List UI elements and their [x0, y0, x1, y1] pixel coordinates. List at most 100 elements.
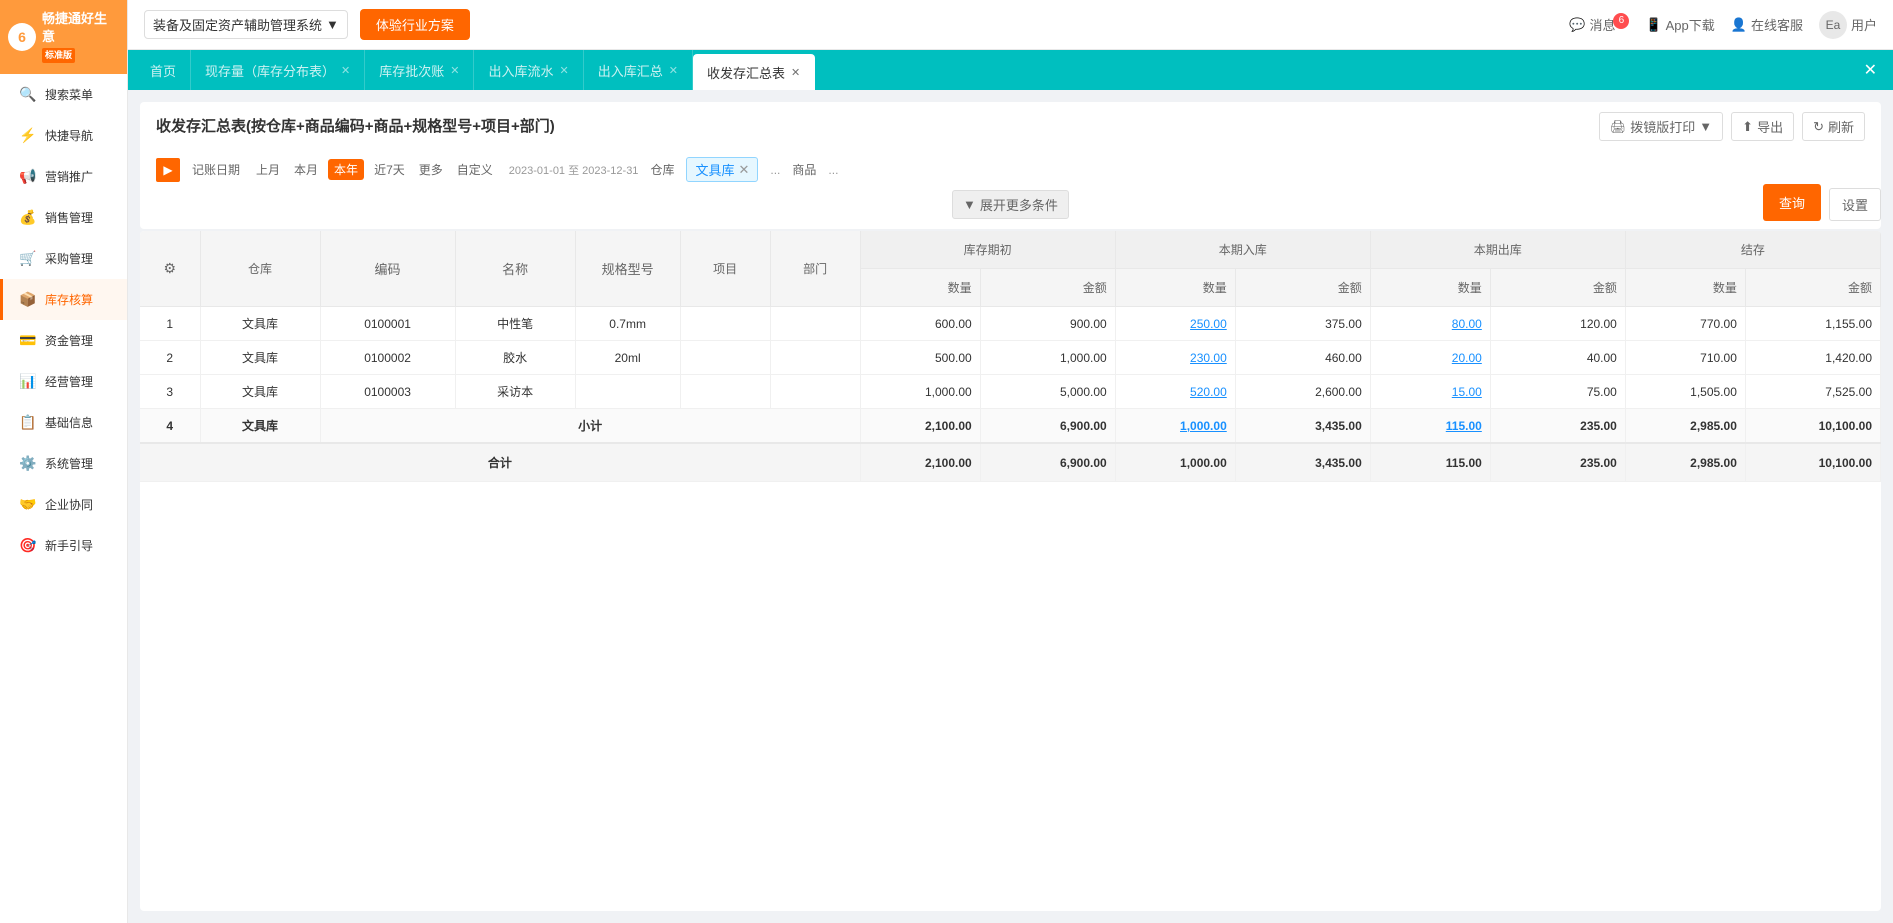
- tab-close-batch[interactable]: ✕: [450, 64, 459, 77]
- sidebar-item-search[interactable]: 🔍搜索菜单: [0, 74, 127, 115]
- tab-close-inout-flow[interactable]: ✕: [560, 64, 569, 77]
- goods-filter-label: 商品: [792, 161, 816, 178]
- tab-close-recv-send[interactable]: ✕: [791, 66, 800, 79]
- sidebar-item-system[interactable]: ⚙️系统管理: [0, 443, 127, 484]
- user-avatar-group[interactable]: Ea 用户: [1819, 11, 1877, 39]
- tab-batch[interactable]: 库存批次账✕: [365, 50, 474, 90]
- tab-close-inout-summary[interactable]: ✕: [669, 64, 678, 77]
- sidebar-item-base-info[interactable]: 📋基础信息: [0, 402, 127, 443]
- warehouse-filter-label: 仓库: [650, 161, 674, 178]
- avatar: Ea: [1819, 11, 1847, 39]
- th-warehouse: 仓库: [200, 231, 320, 307]
- th-closing-amount: 金额: [1745, 269, 1880, 307]
- warehouse-tag-close[interactable]: ✕: [738, 162, 749, 178]
- table-settings-icon[interactable]: ⚙: [163, 260, 176, 276]
- date-filter-label: 记账日期: [192, 161, 240, 178]
- sidebar-item-purchase[interactable]: 🛒采购管理: [0, 238, 127, 279]
- th-project: 项目: [680, 231, 770, 307]
- in-qty-link[interactable]: 250.00: [1115, 307, 1235, 341]
- total-in-amount: 3,435.00: [1235, 443, 1370, 482]
- out-qty-link[interactable]: 20.00: [1370, 341, 1490, 375]
- refresh-btn[interactable]: ↻ 刷新: [1802, 112, 1865, 141]
- sidebar-logo: 6 畅捷通好生意 标准版: [0, 0, 127, 74]
- tab-recv-send[interactable]: 收发存汇总表✕: [693, 54, 815, 90]
- th-closing-qty: 数量: [1625, 269, 1745, 307]
- sidebar-item-inventory[interactable]: 📦库存核算: [0, 279, 127, 320]
- warehouse-filter-tag[interactable]: 文具库 ✕: [686, 157, 758, 182]
- th-spec: 规格型号: [575, 231, 680, 307]
- filter-toggle-btn[interactable]: ▶: [156, 158, 180, 182]
- in-qty-link[interactable]: 520.00: [1115, 375, 1235, 409]
- tabbar: 首页现存量（库存分布表）✕库存批次账✕出入库流水✕出入库汇总✕收发存汇总表✕ ✕: [128, 50, 1893, 90]
- th-opening-amount: 金额: [980, 269, 1115, 307]
- topbar-right: 💬 消息 6 📱 App下载 👤 在线客服 Ea 用户: [1569, 11, 1877, 39]
- sidebar-item-quick-nav[interactable]: ⚡快捷导航: [0, 115, 127, 156]
- date-last-month[interactable]: 上月: [252, 159, 284, 180]
- online-service-btn[interactable]: 👤 在线客服: [1731, 15, 1803, 34]
- th-name: 名称: [455, 231, 575, 307]
- th-out-qty: 数量: [1370, 269, 1490, 307]
- sidebar-item-enterprise[interactable]: 🤝企业协同: [0, 484, 127, 525]
- date-range-display: 2023-01-01 至 2023-12-31: [509, 162, 639, 178]
- date-custom[interactable]: 自定义: [453, 159, 497, 180]
- sidebar-item-guide[interactable]: 🎯新手引导: [0, 525, 127, 566]
- th-closing-group: 结存: [1625, 231, 1880, 269]
- date-this-year[interactable]: 本年: [328, 159, 364, 180]
- tab-close-inventory-dist[interactable]: ✕: [341, 64, 350, 77]
- app-download-btn[interactable]: 📱 App下载: [1645, 15, 1714, 34]
- experience-btn[interactable]: 体验行业方案: [360, 9, 470, 40]
- date-7days[interactable]: 近7天: [370, 159, 409, 180]
- sidebar-item-marketing[interactable]: 📢营销推广: [0, 156, 127, 197]
- print-btn[interactable]: 🖨 拨镜版打印 ▼: [1599, 112, 1723, 141]
- tab-home[interactable]: 首页: [136, 50, 191, 90]
- in-qty-link[interactable]: 230.00: [1115, 341, 1235, 375]
- message-icon-group[interactable]: 💬 消息 6: [1569, 15, 1629, 34]
- th-code: 编码: [320, 231, 455, 307]
- system-selector[interactable]: 装备及固定资产辅助管理系统 ▼: [144, 10, 348, 39]
- table-row: 3 文具库 0100003 采访本 1,000.00 5,000.00 520.…: [140, 375, 1881, 409]
- th-opening-qty: 数量: [860, 269, 980, 307]
- total-closing-qty: 2,985.00: [1625, 443, 1745, 482]
- th-in-qty: 数量: [1115, 269, 1235, 307]
- sidebar: 6 畅捷通好生意 标准版 🔍搜索菜单⚡快捷导航📢营销推广💰销售管理🛒采购管理📦库…: [0, 0, 128, 923]
- date-this-month[interactable]: 本月: [290, 159, 322, 180]
- date-more[interactable]: 更多: [415, 159, 447, 180]
- total-opening-amount: 6,900.00: [980, 443, 1115, 482]
- table-footer: 合计 2,100.00 6,900.00 1,000.00 3,435.00 1…: [140, 443, 1881, 482]
- sidebar-item-sales[interactable]: 💰销售管理: [0, 197, 127, 238]
- sub-in-qty-link[interactable]: 1,000.00: [1115, 409, 1235, 444]
- th-settings[interactable]: ⚙: [140, 231, 200, 307]
- table-container: ⚙ 仓库 编码 名称 规格型号 项目 部门 库存期初: [140, 231, 1881, 911]
- total-opening-qty: 2,100.00: [860, 443, 980, 482]
- data-table: ⚙ 仓库 编码 名称 规格型号 项目 部门 库存期初: [140, 231, 1881, 482]
- sidebar-item-operations[interactable]: 📊经营管理: [0, 361, 127, 402]
- export-btn[interactable]: ⬆ 导出: [1731, 112, 1794, 141]
- table-row: 1 文具库 0100001 中性笔 0.7mm 600.00 900.00 25…: [140, 307, 1881, 341]
- sidebar-item-finance[interactable]: 💳资金管理: [0, 320, 127, 361]
- logo-text: 畅捷通好生意 标准版: [42, 10, 119, 64]
- th-out-amount: 金额: [1490, 269, 1625, 307]
- filter-row: ▶ 记账日期 上月 本月 本年 近7天 更多 自定义 2023-01-01 至 …: [156, 157, 1865, 182]
- th-out-group: 本期出库: [1370, 231, 1625, 269]
- tab-inout-flow[interactable]: 出入库流水✕: [474, 50, 583, 90]
- date-shortcuts: 上月 本月 本年 近7天 更多 自定义: [252, 159, 497, 180]
- warehouse-more-btn[interactable]: ...: [770, 163, 780, 177]
- out-qty-link[interactable]: 15.00: [1370, 375, 1490, 409]
- th-opening-group: 库存期初: [860, 231, 1115, 269]
- total-out-amount: 235.00: [1490, 443, 1625, 482]
- subtotal-row: 4 文具库 小计 2,100.00 6,900.00 1,000.00 3,43…: [140, 409, 1881, 444]
- top-actions: 🖨 拨镜版打印 ▼ ⬆ 导出 ↻ 刷新: [1599, 112, 1865, 141]
- logo-icon: 6: [8, 23, 36, 51]
- close-all-tabs-btn[interactable]: ✕: [1856, 60, 1885, 80]
- query-btn[interactable]: 查询: [1763, 184, 1821, 221]
- filter-settings-btn[interactable]: 设置: [1829, 188, 1881, 221]
- th-in-amount: 金额: [1235, 269, 1370, 307]
- tab-inventory-dist[interactable]: 现存量（库存分布表）✕: [191, 50, 365, 90]
- tab-inout-summary[interactable]: 出入库汇总✕: [584, 50, 693, 90]
- th-in-group: 本期入库: [1115, 231, 1370, 269]
- goods-more-btn[interactable]: ...: [828, 163, 838, 177]
- total-label: 合计: [140, 443, 860, 482]
- out-qty-link[interactable]: 80.00: [1370, 307, 1490, 341]
- sub-out-qty-link[interactable]: 115.00: [1370, 409, 1490, 444]
- page-title: 收发存汇总表(按仓库+商品编码+商品+规格型号+项目+部门): [156, 115, 555, 136]
